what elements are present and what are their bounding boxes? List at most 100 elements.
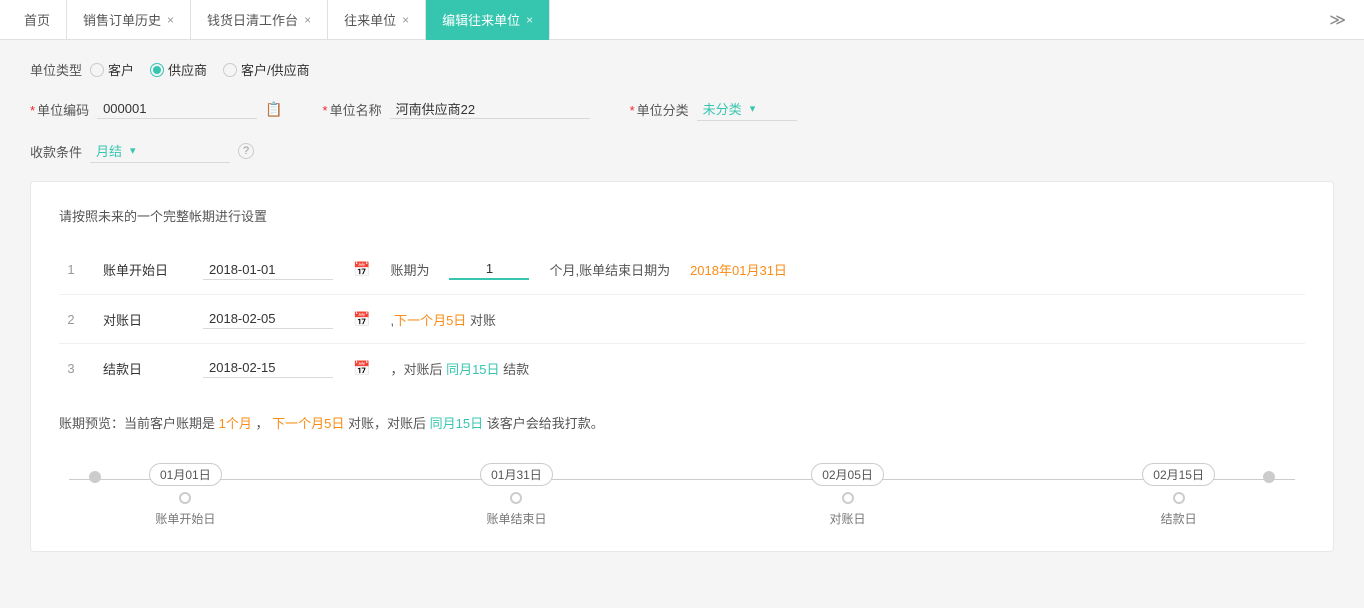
- row-1-suffix-mid: 个月,账单结束日期为: [549, 260, 670, 279]
- row-1-date-input[interactable]: [203, 260, 333, 280]
- tab-cash-workbench[interactable]: 钱货日清工作台 ×: [191, 0, 328, 40]
- unit-name-required: *: [323, 103, 328, 118]
- unit-code-icon[interactable]: 📋: [265, 101, 282, 118]
- unit-code-label: *单位编码: [30, 100, 89, 119]
- row-3-calendar-icon[interactable]: 📅: [353, 360, 370, 377]
- row-1-period-input[interactable]: [449, 259, 529, 280]
- preview-prefix: 账期预览：当前客户账期是: [59, 416, 215, 431]
- radio-supplier-circle: [150, 63, 164, 77]
- tab-edit-partner[interactable]: 编辑往来单位 ×: [426, 0, 550, 40]
- radio-supplier[interactable]: 供应商: [150, 60, 207, 79]
- unit-code-field: *单位编码 📋: [30, 99, 283, 119]
- tab-partner-units[interactable]: 往来单位 ×: [328, 0, 426, 40]
- payment-terms-row: 收款条件 月结 ?: [30, 139, 1334, 163]
- setting-row-2: 2 对账日 📅 ,下一个月5日 对账: [59, 295, 1305, 344]
- unit-name-field: *单位名称: [323, 99, 590, 119]
- tab-sales-history-label: 销售订单历史: [83, 10, 161, 29]
- unit-category-arrow: [750, 102, 756, 115]
- radio-both-circle: [223, 63, 237, 77]
- row-1-calendar-icon[interactable]: 📅: [353, 261, 370, 278]
- tab-partner-units-close[interactable]: ×: [402, 13, 409, 27]
- timeline-label-3: 对账日: [830, 510, 866, 527]
- page-content: 单位类型 客户 供应商 客户/供应商 *单位编码: [0, 40, 1364, 608]
- preview-part1: 1个月: [219, 416, 252, 431]
- radio-customer[interactable]: 客户: [90, 60, 134, 79]
- tab-home[interactable]: 首页: [8, 0, 67, 40]
- timeline-point-2: 01月31日 账单结束日: [480, 463, 553, 527]
- preview-part3: 同月15日: [430, 416, 483, 431]
- radio-both-label: 客户/供应商: [241, 60, 310, 79]
- timeline-container: 01月01日 账单开始日 01月31日 账单结束日 02月05日 对账日: [79, 463, 1285, 527]
- timeline-label-1: 账单开始日: [155, 510, 215, 527]
- timeline-point-4: 02月15日 结款日: [1142, 463, 1215, 527]
- payment-terms-value: 月结: [96, 141, 122, 160]
- tab-cash-workbench-close[interactable]: ×: [304, 13, 311, 27]
- unit-type-label: 单位类型: [30, 60, 82, 79]
- tab-sales-history[interactable]: 销售订单历史 ×: [67, 0, 191, 40]
- timeline-badge-4: 02月15日: [1142, 463, 1215, 486]
- timeline-dot-2: [510, 492, 522, 504]
- timeline-dot-4: [1173, 492, 1185, 504]
- tab-edit-partner-label: 编辑往来单位: [442, 10, 520, 29]
- timeline-dot-end: [1263, 471, 1275, 483]
- payment-terms-arrow: [130, 144, 136, 157]
- row-1-num: 1: [59, 262, 83, 277]
- preview-mid2: 对账，对账后: [348, 416, 426, 431]
- section-title: 请按照未来的一个完整帐期进行设置: [59, 206, 1305, 225]
- timeline-dot-start: [89, 471, 101, 483]
- tab-expand-button[interactable]: ≫: [1319, 10, 1356, 30]
- row-2-calendar-icon[interactable]: 📅: [353, 311, 370, 328]
- row-1-label: 账单开始日: [103, 260, 183, 279]
- unit-name-input[interactable]: [390, 99, 590, 119]
- row-2-num: 2: [59, 312, 83, 327]
- row-3-date-input[interactable]: [203, 358, 333, 378]
- payment-terms-select[interactable]: 月结: [90, 139, 230, 163]
- radio-customer-circle: [90, 63, 104, 77]
- row-2-date-input[interactable]: [203, 309, 333, 329]
- payment-terms-field: 收款条件 月结 ?: [30, 139, 254, 163]
- unit-category-select[interactable]: 未分类: [697, 97, 797, 121]
- unit-name-label: *单位名称: [323, 100, 382, 119]
- setting-rows: 1 账单开始日 📅 账期为 个月,账单结束日期为 2018年01月31日 2 对…: [59, 245, 1305, 392]
- timeline-badge-2: 01月31日: [480, 463, 553, 486]
- row-3-num: 3: [59, 361, 83, 376]
- timeline-point-3: 02月05日 对账日: [811, 463, 884, 527]
- row-2-label: 对账日: [103, 310, 183, 329]
- timeline-start-dot: [89, 471, 101, 483]
- tab-cash-workbench-label: 钱货日清工作台: [207, 10, 298, 29]
- tab-edit-partner-close[interactable]: ×: [526, 13, 533, 27]
- payment-terms-label: 收款条件: [30, 142, 82, 161]
- row-3-label: 结款日: [103, 359, 183, 378]
- setting-row-3: 3 结款日 📅 ，对账后 同月15日 结款: [59, 344, 1305, 392]
- timeline-point-1: 01月01日 账单开始日: [149, 463, 222, 527]
- radio-supplier-label: 供应商: [168, 60, 207, 79]
- tab-sales-history-close[interactable]: ×: [167, 13, 174, 27]
- unit-category-value: 未分类: [703, 99, 742, 118]
- radio-customer-label: 客户: [108, 60, 134, 79]
- tab-home-label: 首页: [24, 10, 50, 29]
- unit-code-input[interactable]: [97, 99, 257, 119]
- row-1-end-date: 2018年01月31日: [690, 260, 787, 279]
- preview-text: 账期预览：当前客户账期是 1个月 ， 下一个月5日 对账，对账后 同月15日 该…: [59, 412, 1305, 435]
- timeline-badge-1: 01月01日: [149, 463, 222, 486]
- row-1-suffix-before: 账期为: [390, 260, 429, 279]
- tab-partner-units-label: 往来单位: [344, 10, 396, 29]
- setting-row-1: 1 账单开始日 📅 账期为 个月,账单结束日期为 2018年01月31日: [59, 245, 1305, 295]
- row-2-suffix: ,下一个月5日 对账: [390, 310, 495, 329]
- radio-both[interactable]: 客户/供应商: [223, 60, 310, 79]
- timeline-dot-1: [179, 492, 191, 504]
- unit-type-field: 单位类型 客户 供应商 客户/供应商: [30, 60, 310, 79]
- unit-category-label: *单位分类: [630, 100, 689, 119]
- preview-suffix: 该客户会给我打款。: [487, 416, 604, 431]
- timeline-badge-3: 02月05日: [811, 463, 884, 486]
- tabs-bar: 首页 销售订单历史 × 钱货日清工作台 × 往来单位 × 编辑往来单位 × ≫: [0, 0, 1364, 40]
- section-box: 请按照未来的一个完整帐期进行设置 1 账单开始日 📅 账期为 个月,账单结束日期…: [30, 181, 1334, 552]
- unit-category-required: *: [630, 103, 635, 118]
- row-3-suffix: ，对账后 同月15日 结款: [390, 359, 529, 378]
- unit-category-field: *单位分类 未分类: [630, 97, 797, 121]
- timeline-end-dot: [1263, 471, 1275, 483]
- unit-info-row: *单位编码 📋 *单位名称 *单位分类 未分类: [30, 97, 1334, 121]
- help-icon[interactable]: ?: [238, 143, 254, 159]
- timeline-wrapper: 01月01日 账单开始日 01月31日 账单结束日 02月05日 对账日: [59, 463, 1305, 527]
- radio-group-unit-type: 客户 供应商 客户/供应商: [90, 60, 310, 79]
